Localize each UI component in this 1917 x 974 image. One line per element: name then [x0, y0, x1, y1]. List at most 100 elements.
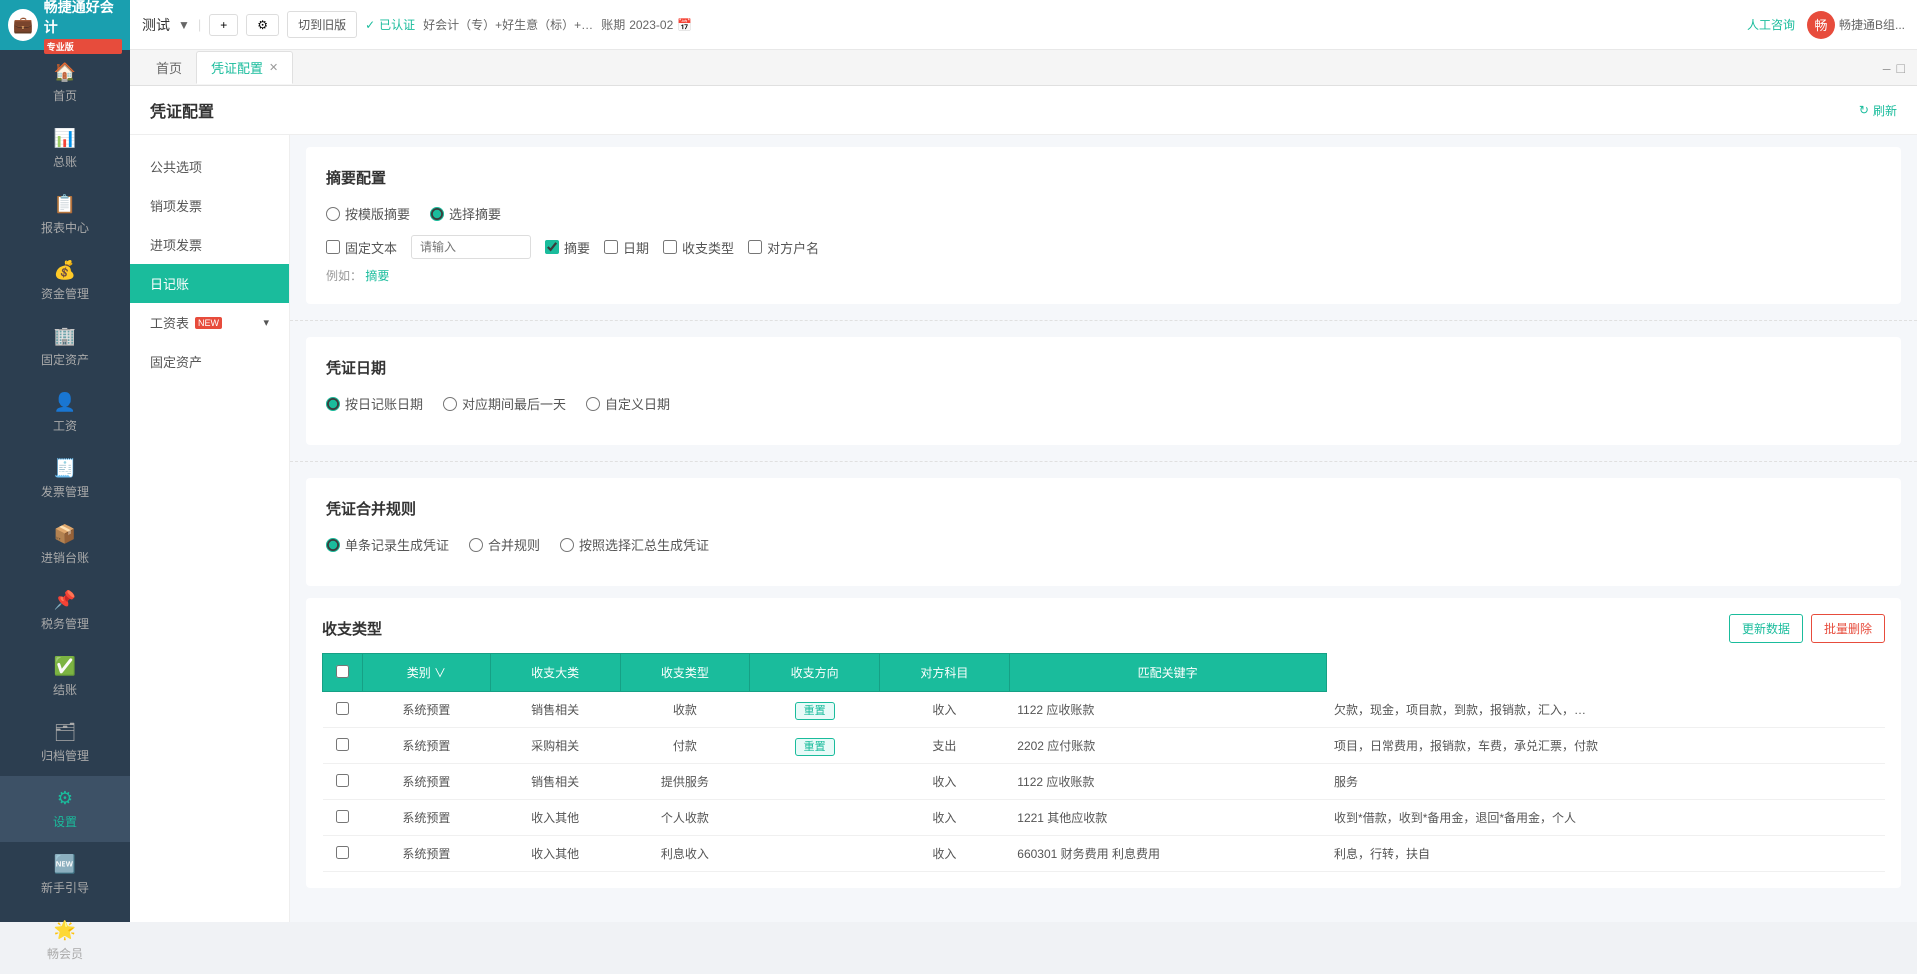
merge-radio-single[interactable]: 单条记录生成凭证: [326, 535, 449, 554]
tab-minimize-btn[interactable]: –: [1883, 60, 1891, 76]
sidebar-item-ledger[interactable]: 📊 总账: [0, 116, 130, 182]
keywords-cell: 欠款，现金，项目款，到款，报销款，汇入，…: [1326, 692, 1885, 728]
page-title: 凭证配置: [150, 98, 214, 122]
table-row: 系统预置 收入其他 利息收入 收入 660301 财务费用 利息费用 利息，行转…: [323, 836, 1886, 872]
income-expense-section: 收支类型 更新数据 批量删除 类别 ∨ 收支大类 收支类型 收支方向: [306, 598, 1901, 888]
col-checkbox: [323, 654, 363, 692]
member-icon: 🌟: [54, 920, 76, 941]
close-period-icon: ✅: [54, 656, 76, 677]
product-tags: 好会计（专）+好生意（标）+…: [423, 16, 593, 33]
batch-delete-btn[interactable]: 批量删除: [1811, 614, 1885, 643]
merge-rules-radio-group: 单条记录生成凭证 合并规则 按照选择汇总生成凭证: [326, 535, 1881, 554]
topbar-switch-btn[interactable]: 切到旧版: [287, 11, 357, 38]
reset-tag-1[interactable]: 重置: [795, 702, 835, 720]
topbar: 测试 ▼ | + ⚙ 切到旧版 ✓ 已认证 好会计（专）+好生意（标）+… 账期…: [130, 0, 1917, 50]
user-menu[interactable]: 畅 畅捷通B组...: [1807, 11, 1905, 39]
reports-icon: 📋: [54, 194, 76, 215]
consult-link[interactable]: 人工咨询: [1747, 16, 1795, 33]
sidebar-item-fixed-assets[interactable]: 🏢 固定资产: [0, 314, 130, 380]
sidebar-item-funds[interactable]: 💰 资金管理: [0, 248, 130, 314]
tab-voucher-config[interactable]: 凭证配置 ✕: [196, 51, 293, 84]
left-nav: 公共选项 销项发票 进项发票 日记账 工资表 NEW ▾ 固定资产: [130, 135, 290, 922]
refresh-icon: ↻: [1859, 103, 1869, 117]
table-row: 系统预置 采购相关 付款 重置 支出 2202 应付账款 项目，日常费用，报销款…: [323, 728, 1886, 764]
col-type: 收支类型: [620, 654, 750, 692]
topbar-add-btn[interactable]: +: [209, 14, 238, 36]
example-text: 例如： 摘要: [326, 267, 1881, 284]
fixed-text-label[interactable]: 固定文本: [326, 238, 397, 257]
summary-radio-template[interactable]: 按模版摘要: [326, 204, 410, 223]
keywords-cell: 收到*借款，收到*备用金，退回*备用金，个人: [1326, 800, 1885, 836]
topbar-dropdown[interactable]: ▼: [178, 18, 190, 32]
row-checkbox-2[interactable]: [336, 738, 349, 751]
calendar-icon[interactable]: 📅: [677, 18, 692, 32]
date-radio-period-last[interactable]: 对应期间最后一天: [443, 394, 566, 413]
summary-check-summary[interactable]: 摘要: [545, 238, 590, 257]
left-nav-public[interactable]: 公共选项: [130, 147, 289, 186]
left-nav-purchase-invoice[interactable]: 进项发票: [130, 225, 289, 264]
table-row: 系统预置 销售相关 提供服务 收入 1122 应收账款 服务: [323, 764, 1886, 800]
logo-text: 畅捷通好会计 专业版: [44, 0, 122, 54]
refresh-btn[interactable]: ↻ 刷新: [1859, 102, 1897, 119]
new-badge: NEW: [195, 317, 222, 329]
archive-icon: 🗂: [54, 722, 77, 743]
summary-section-title: 摘要配置: [326, 167, 1881, 188]
sidebar-item-guide[interactable]: 🆕 新手引导: [0, 842, 130, 908]
merge-radio-summary[interactable]: 按照选择汇总生成凭证: [560, 535, 709, 554]
keywords-cell: 服务: [1326, 764, 1885, 800]
table-header: 类别 ∨ 收支大类 收支类型 收支方向 对方科目 匹配关键字: [323, 654, 1886, 692]
summary-check-type[interactable]: 收支类型: [663, 238, 734, 257]
summary-check-date[interactable]: 日期: [604, 238, 649, 257]
update-data-btn[interactable]: 更新数据: [1729, 614, 1803, 643]
sidebar-item-settings[interactable]: ⚙ 设置: [0, 776, 130, 842]
sidebar-item-salary[interactable]: 👤 工资: [0, 380, 130, 446]
salary-icon: 👤: [54, 392, 76, 413]
expand-icon[interactable]: ▾: [263, 316, 269, 329]
topbar-company: 测试: [142, 15, 170, 35]
income-expense-table: 类别 ∨ 收支大类 收支类型 收支方向 对方科目 匹配关键字 系统预置 销售相: [322, 653, 1885, 872]
tab-close-btn[interactable]: ✕: [269, 61, 278, 74]
sidebar-item-home[interactable]: 🏠 首页: [0, 50, 130, 116]
date-radio-diary[interactable]: 按日记账日期: [326, 394, 423, 413]
col-subject: 对方科目: [880, 654, 1010, 692]
row-checkbox-4[interactable]: [336, 810, 349, 823]
summary-check-counterpart[interactable]: 对方户名: [748, 238, 819, 257]
period-label: 账期 2023-02 📅: [601, 16, 692, 33]
sidebar-item-reports[interactable]: 📋 报表中心: [0, 182, 130, 248]
tab-home[interactable]: 首页: [142, 52, 196, 83]
row-checkbox-5[interactable]: [336, 846, 349, 859]
tab-bar: 首页 凭证配置 ✕ – □: [130, 50, 1917, 86]
row-checkbox-1[interactable]: [336, 702, 349, 715]
main-area: 测试 ▼ | + ⚙ 切到旧版 ✓ 已认证 好会计（专）+好生意（标）+… 账期…: [130, 0, 1917, 922]
left-nav-sales-invoice[interactable]: 销项发票: [130, 186, 289, 225]
sidebar-item-purchase[interactable]: 📦 进销台账: [0, 512, 130, 578]
left-nav-payroll[interactable]: 工资表 NEW ▾: [130, 303, 289, 342]
summary-config-section: 摘要配置 按模版摘要 选择摘要 固定文本: [306, 147, 1901, 304]
row-checkbox-3[interactable]: [336, 774, 349, 787]
page-header: 凭证配置 ↻ 刷新: [130, 86, 1917, 135]
table-actions: 更新数据 批量删除: [1729, 614, 1885, 643]
table-row: 系统预置 销售相关 收款 重置 收入 1122 应收账款 欠款，现金，项目款，到…: [323, 692, 1886, 728]
voucher-date-section: 凭证日期 按日记账日期 对应期间最后一天 自定义日期: [306, 337, 1901, 445]
topbar-settings-btn[interactable]: ⚙: [246, 14, 279, 36]
sidebar-item-invoice[interactable]: 🧾 发票管理: [0, 446, 130, 512]
left-nav-diary[interactable]: 日记账: [130, 264, 289, 303]
user-name: 畅捷通B组...: [1839, 16, 1905, 33]
summary-radio-select[interactable]: 选择摘要: [430, 204, 501, 223]
date-radio-custom[interactable]: 自定义日期: [586, 394, 670, 413]
tab-maximize-btn[interactable]: □: [1897, 60, 1905, 76]
sidebar-item-archive[interactable]: 🗂 归档管理: [0, 710, 130, 776]
content-layout: 公共选项 销项发票 进项发票 日记账 工资表 NEW ▾ 固定资产: [130, 135, 1917, 922]
sidebar-item-close[interactable]: ✅ 结账: [0, 644, 130, 710]
fixed-text-input[interactable]: [411, 235, 531, 259]
sidebar-item-tax[interactable]: 📌 税务管理: [0, 578, 130, 644]
home-icon: 🏠: [54, 62, 76, 83]
merge-radio-rules[interactable]: 合并规则: [469, 535, 540, 554]
left-nav-fixed-assets[interactable]: 固定资产: [130, 342, 289, 381]
income-expense-title: 收支类型: [322, 618, 382, 639]
sidebar-item-member[interactable]: 🌟 畅会员: [0, 908, 130, 974]
topbar-right: 人工咨询 畅 畅捷通B组...: [1747, 11, 1905, 39]
reset-tag-2[interactable]: 重置: [795, 738, 835, 756]
select-all-checkbox[interactable]: [336, 665, 349, 678]
keywords-cell: 项目，日常费用，报销款，车费，承兑汇票，付款: [1326, 728, 1885, 764]
